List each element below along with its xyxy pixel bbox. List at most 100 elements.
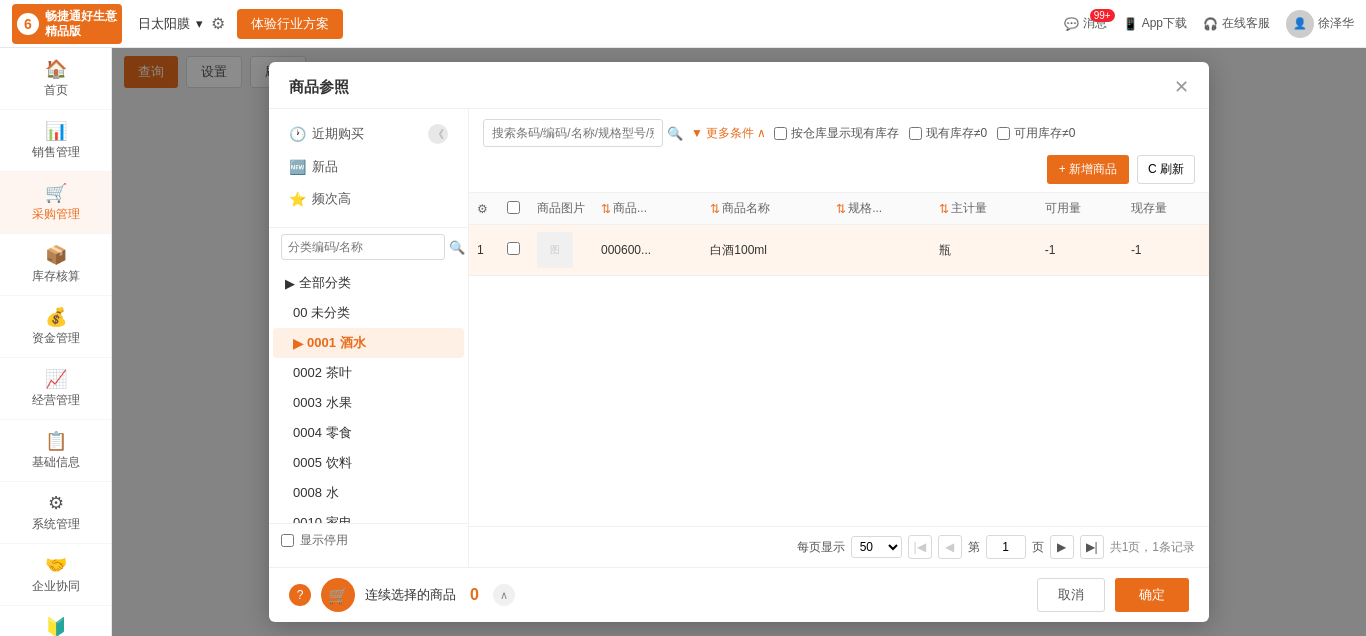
sidebar: 🏠 首页 📊 销售管理 🛒 采购管理 📦 库存核算 💰 资金管理 📈 经营管理 … [0, 48, 112, 636]
category-0002[interactable]: 0002 茶叶 [273, 358, 464, 388]
sidebar-item-home[interactable]: 🏠 首页 [0, 48, 111, 110]
refresh-product-button[interactable]: C 刷新 [1137, 155, 1195, 184]
category-all[interactable]: ▶ 全部分类 [273, 268, 464, 298]
category-search-icon[interactable]: 🔍 [449, 240, 465, 255]
page-prev-button[interactable]: ◀ [938, 535, 962, 559]
sidebar-item-purchase[interactable]: 🛒 采购管理 [0, 172, 111, 234]
quick-new-product[interactable]: 🆕 新品 [281, 153, 456, 181]
category-0008[interactable]: 0008 水 [273, 478, 464, 508]
category-0010[interactable]: 0010 家电 [273, 508, 464, 523]
cb-warehouse[interactable]: 按仓库显示现有库存 [774, 125, 899, 142]
sidebar-item-cooperation[interactable]: 🤝 企业协同 [0, 544, 111, 606]
sidebar-item-operation[interactable]: 📈 经营管理 [0, 358, 111, 420]
page-next-button[interactable]: ▶ [1050, 535, 1074, 559]
page-last-button[interactable]: ▶| [1080, 535, 1104, 559]
category-0004[interactable]: 0004 零食 [273, 418, 464, 448]
filter-icon: ▼ [691, 126, 703, 140]
sidebar-label-system: 系统管理 [32, 516, 80, 533]
category-0001[interactable]: ▶ 0001 酒水 [273, 328, 464, 358]
sidebar-item-basic[interactable]: 📋 基础信息 [0, 420, 111, 482]
online-service-button[interactable]: 🎧 在线客服 [1203, 15, 1270, 32]
message-badge: 99+ [1090, 9, 1115, 22]
message-button[interactable]: 💬 消息 99+ [1064, 15, 1107, 32]
sidebar-label-basic: 基础信息 [32, 454, 80, 471]
sidebar-item-guide[interactable]: 🔰 新手引导 [0, 606, 111, 636]
product-table-wrap: ⚙ 商品图片 [469, 192, 1209, 526]
modal-left-panel: 🕐 近期购买 《 🆕 新品 ⭐ 频次高 [269, 109, 469, 567]
confirm-button[interactable]: 确定 [1115, 578, 1189, 612]
sidebar-item-sales[interactable]: 📊 销售管理 [0, 110, 111, 172]
guide-icon: 🔰 [45, 616, 67, 636]
cat-0002-label: 0002 茶叶 [293, 364, 352, 382]
sidebar-item-system[interactable]: ⚙ 系统管理 [0, 482, 111, 544]
per-page-select[interactable]: 50 10 20 100 [851, 536, 902, 558]
sidebar-item-inventory[interactable]: 📦 库存核算 [0, 234, 111, 296]
td-checkbox[interactable] [499, 225, 529, 276]
operation-icon: 📈 [45, 368, 67, 390]
sidebar-label-finance: 资金管理 [32, 330, 80, 347]
navbar-logo[interactable]: 6 畅捷通好生意 精品版 [12, 4, 122, 44]
cancel-button[interactable]: 取消 [1037, 578, 1105, 612]
store-selector[interactable]: 日太阳膜 ▾ [138, 15, 203, 33]
th-spec[interactable]: ⇅ 规格... [828, 193, 931, 225]
more-filter-button[interactable]: ▼ 更多条件 ∧ [691, 125, 766, 142]
modal-close-button[interactable]: ✕ [1174, 76, 1189, 98]
select-all-checkbox[interactable] [507, 201, 520, 214]
category-0005[interactable]: 0005 饮料 [273, 448, 464, 478]
help-button[interactable]: ? [289, 584, 311, 606]
th-checkbox [499, 193, 529, 225]
cb-warehouse-input[interactable] [774, 127, 787, 140]
purchase-icon: 🛒 [45, 182, 67, 204]
td-num: 1 [469, 225, 499, 276]
cart-text: 连续选择的商品 [365, 586, 456, 604]
collapse-button[interactable]: 《 [428, 124, 448, 144]
star-icon: ⭐ [289, 191, 306, 207]
modal-overlay: 商品参照 ✕ 🕐 近期购买 《 � [112, 48, 1366, 636]
user-profile[interactable]: 👤 徐泽华 [1286, 10, 1354, 38]
th-unit[interactable]: ⇅ 主计量 [931, 193, 1037, 225]
category-list: ▶ 全部分类 00 未分类 ▶ 0001 酒水 0002 茶 [269, 268, 468, 523]
new-icon: 🆕 [289, 159, 306, 175]
th-available[interactable]: 可用量 [1037, 193, 1123, 225]
page-first-button[interactable]: |◀ [908, 535, 932, 559]
gear-icon[interactable]: ⚙ [211, 14, 225, 33]
product-search-input[interactable] [483, 119, 663, 147]
service-label: 在线客服 [1222, 15, 1270, 32]
quick-label-new: 新品 [312, 158, 338, 176]
search-icon[interactable]: 🔍 [667, 126, 683, 141]
cb-stock-ne0[interactable]: 现有库存≠0 [909, 125, 987, 142]
th-name[interactable]: ⇅ 商品名称 [702, 193, 828, 225]
th-code[interactable]: ⇅ 商品... [593, 193, 702, 225]
cb-available-ne0-input[interactable] [997, 127, 1010, 140]
cb-stock-ne0-input[interactable] [909, 127, 922, 140]
cb-available-ne0[interactable]: 可用库存≠0 [997, 125, 1075, 142]
footer-collapse-button[interactable]: ∧ [493, 584, 515, 606]
content-area: 查询 设置 刷新 商品参照 ✕ 🕐 [112, 48, 1366, 636]
headset-icon: 🎧 [1203, 17, 1218, 31]
username: 徐泽华 [1318, 15, 1354, 32]
sidebar-label-cooperation: 企业协同 [32, 578, 80, 595]
main-layout: 🏠 首页 📊 销售管理 🛒 采购管理 📦 库存核算 💰 资金管理 📈 经营管理 … [0, 48, 1366, 636]
cart-icon[interactable]: 🛒 [321, 578, 355, 612]
sort-icon-code: ⇅ [601, 202, 611, 216]
category-search-input[interactable] [281, 234, 445, 260]
trial-button[interactable]: 体验行业方案 [237, 9, 343, 39]
app-icon: 📱 [1123, 17, 1138, 31]
sidebar-item-finance[interactable]: 💰 资金管理 [0, 296, 111, 358]
page-total-info: 共1页，1条记录 [1110, 539, 1195, 556]
page-number-input[interactable] [986, 535, 1026, 559]
table-row[interactable]: 1 图 000600... 白酒100ml 瓶 [469, 225, 1209, 276]
show-disabled-input[interactable] [281, 534, 294, 547]
add-product-button[interactable]: + 新增商品 [1047, 155, 1129, 184]
quick-recent-purchase[interactable]: 🕐 近期购买 《 [281, 119, 456, 149]
category-00[interactable]: 00 未分类 [273, 298, 464, 328]
recent-icon: 🕐 [289, 126, 306, 142]
cat-0004-label: 0004 零食 [293, 424, 352, 442]
td-stock: -1 [1123, 225, 1209, 276]
show-disabled-checkbox[interactable]: 显示停用 [281, 532, 456, 549]
quick-frequent[interactable]: ⭐ 频次高 [281, 185, 456, 213]
category-0003[interactable]: 0003 水果 [273, 388, 464, 418]
toolbar-right: + 新增商品 C 刷新 [1047, 155, 1195, 184]
app-download-button[interactable]: 📱 App下载 [1123, 15, 1187, 32]
th-stock[interactable]: 现存量 [1123, 193, 1209, 225]
